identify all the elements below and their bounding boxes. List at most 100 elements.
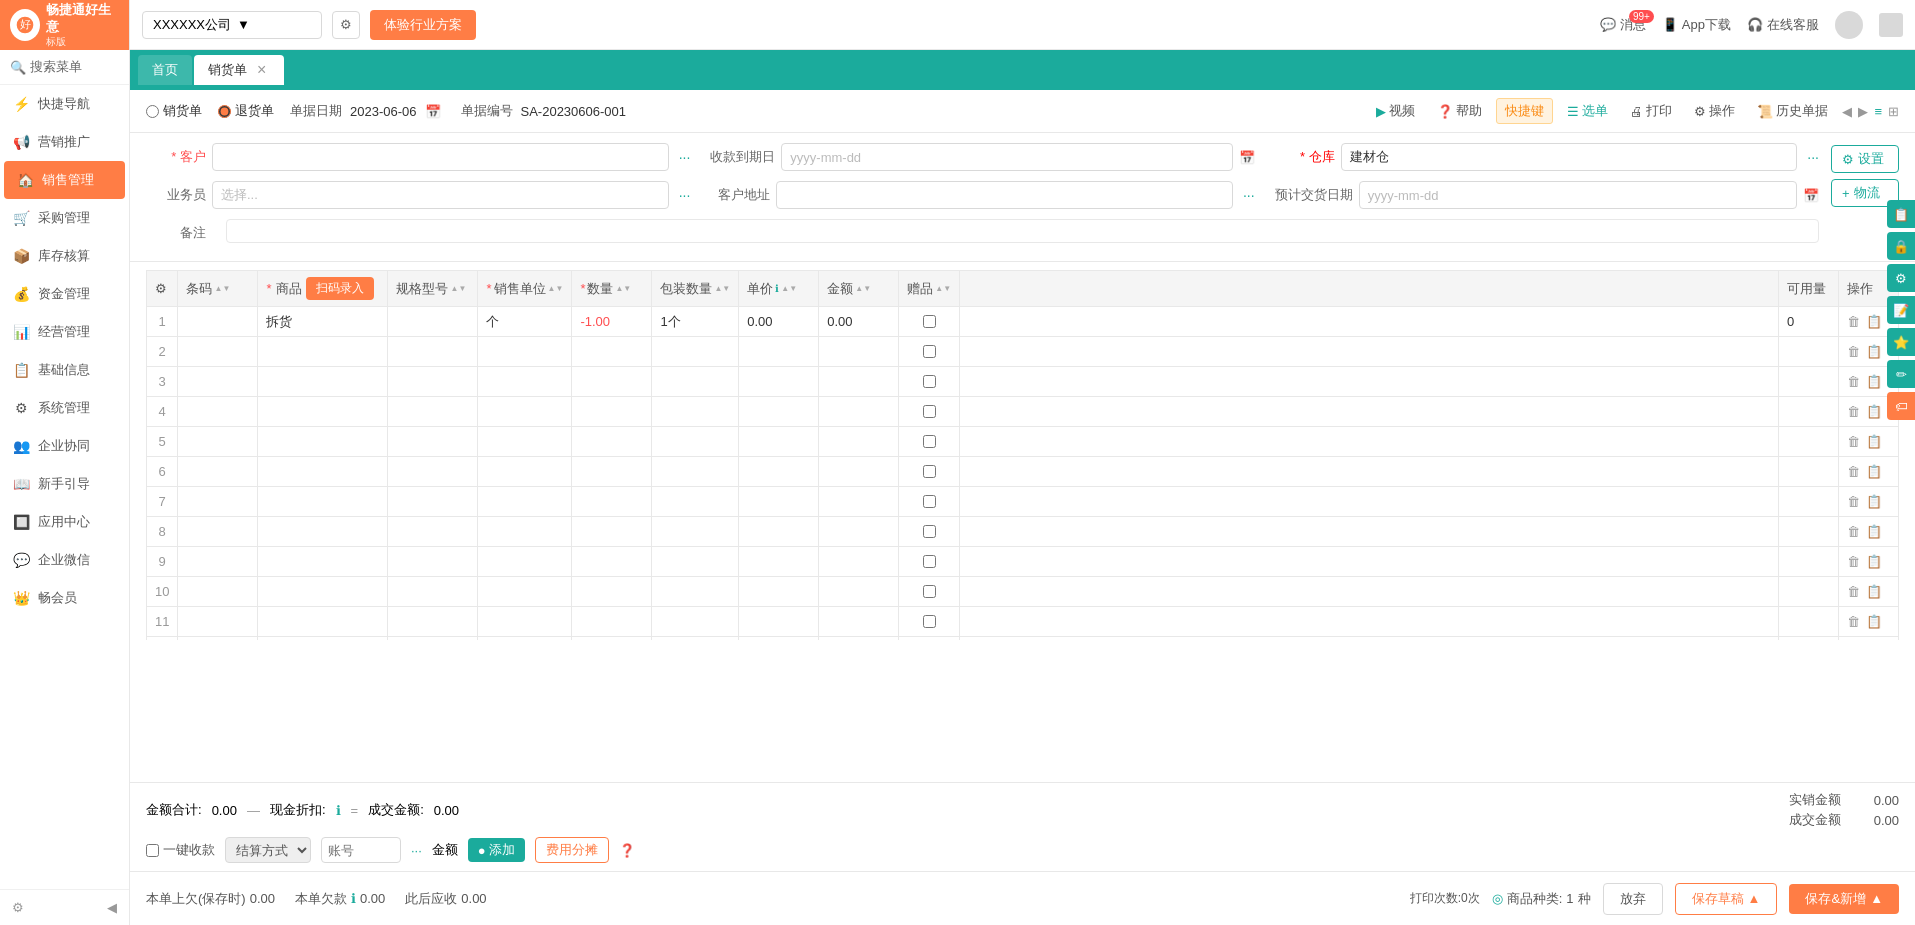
delete-icon[interactable]: 🗑: [1847, 344, 1860, 359]
topbar-settings-btn[interactable]: ⚙: [332, 11, 360, 39]
payment-date-input[interactable]: yyyy-mm-dd: [781, 143, 1232, 171]
fee-split-button[interactable]: 费用分摊: [535, 837, 609, 863]
view-list-icon[interactable]: ≡: [1874, 104, 1882, 119]
row-product-1[interactable]: 拆货: [258, 307, 388, 337]
delivery-date-input[interactable]: yyyy-mm-dd: [1359, 181, 1797, 209]
radio-sales-order[interactable]: 销货单: [146, 102, 202, 120]
delete-icon[interactable]: 🗑: [1847, 584, 1860, 599]
panel-btn-1[interactable]: 📋: [1887, 200, 1915, 228]
toolbar-shortcut-btn[interactable]: 快捷键: [1496, 98, 1553, 124]
toolbar-print-btn[interactable]: 🖨 打印: [1622, 99, 1680, 123]
copy-icon[interactable]: 📋: [1866, 374, 1882, 389]
toolbar-history-btn[interactable]: 📜 历史单据: [1749, 99, 1836, 123]
sidebar-item-wechat[interactable]: 💬 企业微信: [0, 541, 129, 579]
toolbar-help-btn[interactable]: ❓ 帮助: [1429, 99, 1490, 123]
message-button[interactable]: 💬 消息 99+: [1600, 16, 1646, 34]
abandon-button[interactable]: 放弃: [1603, 883, 1663, 915]
sidebar-item-app-center[interactable]: 🔲 应用中心: [0, 503, 129, 541]
copy-icon[interactable]: 📋: [1866, 464, 1882, 479]
warehouse-input[interactable]: 建材仓: [1341, 143, 1798, 171]
one-click-payment-checkbox[interactable]: 一键收款: [146, 841, 215, 859]
sidebar-search[interactable]: 🔍 搜索菜单: [0, 50, 129, 85]
sidebar-item-sales[interactable]: 🏠 销售管理: [4, 161, 125, 199]
save-draft-button[interactable]: 保存草稿 ▲: [1675, 883, 1778, 915]
toolbar-select-btn[interactable]: ☰ 选单: [1559, 99, 1616, 123]
sales-rep-more-btn[interactable]: ···: [679, 187, 691, 203]
customer-more-btn[interactable]: ···: [679, 149, 691, 165]
sidebar-item-system[interactable]: ⚙ 系统管理: [0, 389, 129, 427]
delete-icon[interactable]: 🗑: [1847, 524, 1860, 539]
sidebar-item-collab[interactable]: 👥 企业协同: [0, 427, 129, 465]
calendar-icon-date[interactable]: 📅: [425, 104, 441, 119]
settings-button[interactable]: ⚙ ⚙ 设置 设置: [1831, 145, 1899, 173]
toolbar-operate-btn[interactable]: ⚙ 操作: [1686, 99, 1743, 123]
help-circle-icon[interactable]: ℹ: [336, 803, 341, 818]
delete-icon[interactable]: 🗑: [1847, 464, 1860, 479]
copy-icon[interactable]: 📋: [1866, 614, 1882, 629]
copy-icon[interactable]: 📋: [1866, 344, 1882, 359]
row-price-1[interactable]: 0.00: [739, 307, 819, 337]
copy-icon[interactable]: 📋: [1866, 524, 1882, 539]
delete-icon[interactable]: 🗑: [1847, 314, 1860, 329]
customer-addr-input[interactable]: [776, 181, 1233, 209]
row-amount-1[interactable]: 0.00: [819, 307, 899, 337]
scan-btn[interactable]: 扫码录入: [306, 277, 374, 300]
delete-icon[interactable]: 🗑: [1847, 404, 1860, 419]
sidebar-item-guide[interactable]: 📖 新手引导: [0, 465, 129, 503]
copy-icon[interactable]: 📋: [1866, 434, 1882, 449]
row-qty-1[interactable]: -1.00: [572, 307, 652, 337]
online-service-button[interactable]: 🎧 在线客服: [1747, 16, 1819, 34]
customer-input[interactable]: [212, 143, 669, 171]
account-more-btn[interactable]: ···: [411, 843, 422, 858]
sidebar-item-marketing[interactable]: 📢 营销推广: [0, 123, 129, 161]
add-payment-button[interactable]: ● 添加: [468, 838, 525, 862]
nav-next-icon[interactable]: ▶: [1858, 104, 1868, 119]
tab-home[interactable]: 首页: [138, 55, 192, 85]
app-download-button[interactable]: 📱 App下载: [1662, 16, 1731, 34]
sidebar-item-finance[interactable]: 💰 资金管理: [0, 275, 129, 313]
calendar-icon-payment[interactable]: 📅: [1239, 150, 1255, 165]
delete-icon[interactable]: 🗑: [1847, 554, 1860, 569]
collapse-icon[interactable]: ◀: [107, 900, 117, 915]
sidebar-item-inventory[interactable]: 📦 库存核算: [0, 237, 129, 275]
sidebar-item-basics[interactable]: 📋 基础信息: [0, 351, 129, 389]
settings-icon[interactable]: ⚙: [155, 281, 167, 296]
copy-icon[interactable]: 📋: [1866, 494, 1882, 509]
panel-btn-2[interactable]: 🔒: [1887, 232, 1915, 260]
row-spec-1[interactable]: [388, 307, 478, 337]
tab-sales-order[interactable]: 销货单 ×: [194, 55, 284, 85]
sidebar-item-quick-nav[interactable]: ⚡ 快捷导航: [0, 85, 129, 123]
fee-help-icon[interactable]: ❓: [619, 843, 635, 858]
tab-close-btn[interactable]: ×: [253, 61, 270, 79]
addr-more-btn[interactable]: ···: [1243, 187, 1255, 203]
account-input[interactable]: [321, 837, 401, 863]
copy-icon[interactable]: 📋: [1866, 404, 1882, 419]
sidebar-item-operations[interactable]: 📊 经营管理: [0, 313, 129, 351]
panel-btn-7[interactable]: 🏷: [1887, 392, 1915, 420]
copy-icon[interactable]: 📋: [1866, 314, 1882, 329]
sidebar-item-member[interactable]: 👑 畅会员: [0, 579, 129, 617]
delete-icon[interactable]: 🗑: [1847, 494, 1860, 509]
sales-rep-input[interactable]: 选择...: [212, 181, 669, 209]
row-unit-1[interactable]: 个: [478, 307, 572, 337]
view-grid-icon[interactable]: ⊞: [1888, 104, 1899, 119]
toolbar-video-btn[interactable]: ▶ 视频: [1368, 99, 1423, 123]
radio-return-order[interactable]: 退货单: [218, 102, 274, 120]
note-input[interactable]: [226, 219, 1819, 243]
panel-btn-6[interactable]: ✏: [1887, 360, 1915, 388]
save-new-button[interactable]: 保存&新增 ▲: [1789, 884, 1899, 914]
user-avatar[interactable]: [1835, 11, 1863, 39]
row-barcode-1[interactable]: [178, 307, 258, 337]
row-pkg-qty-1[interactable]: 1个: [652, 307, 739, 337]
copy-icon[interactable]: 📋: [1866, 584, 1882, 599]
warehouse-more-btn[interactable]: ···: [1807, 149, 1819, 165]
copy-icon[interactable]: 📋: [1866, 554, 1882, 569]
nav-prev-icon[interactable]: ◀: [1842, 104, 1852, 119]
sidebar-item-purchase[interactable]: 🛒 采购管理: [0, 199, 129, 237]
user-menu-btn[interactable]: [1879, 13, 1903, 37]
delete-icon[interactable]: 🗑: [1847, 374, 1860, 389]
row-gift-1[interactable]: [899, 307, 960, 337]
trial-button[interactable]: 体验行业方案: [370, 10, 476, 40]
calendar-icon-delivery[interactable]: 📅: [1803, 188, 1819, 203]
payment-method-select[interactable]: 结算方式: [225, 837, 311, 863]
